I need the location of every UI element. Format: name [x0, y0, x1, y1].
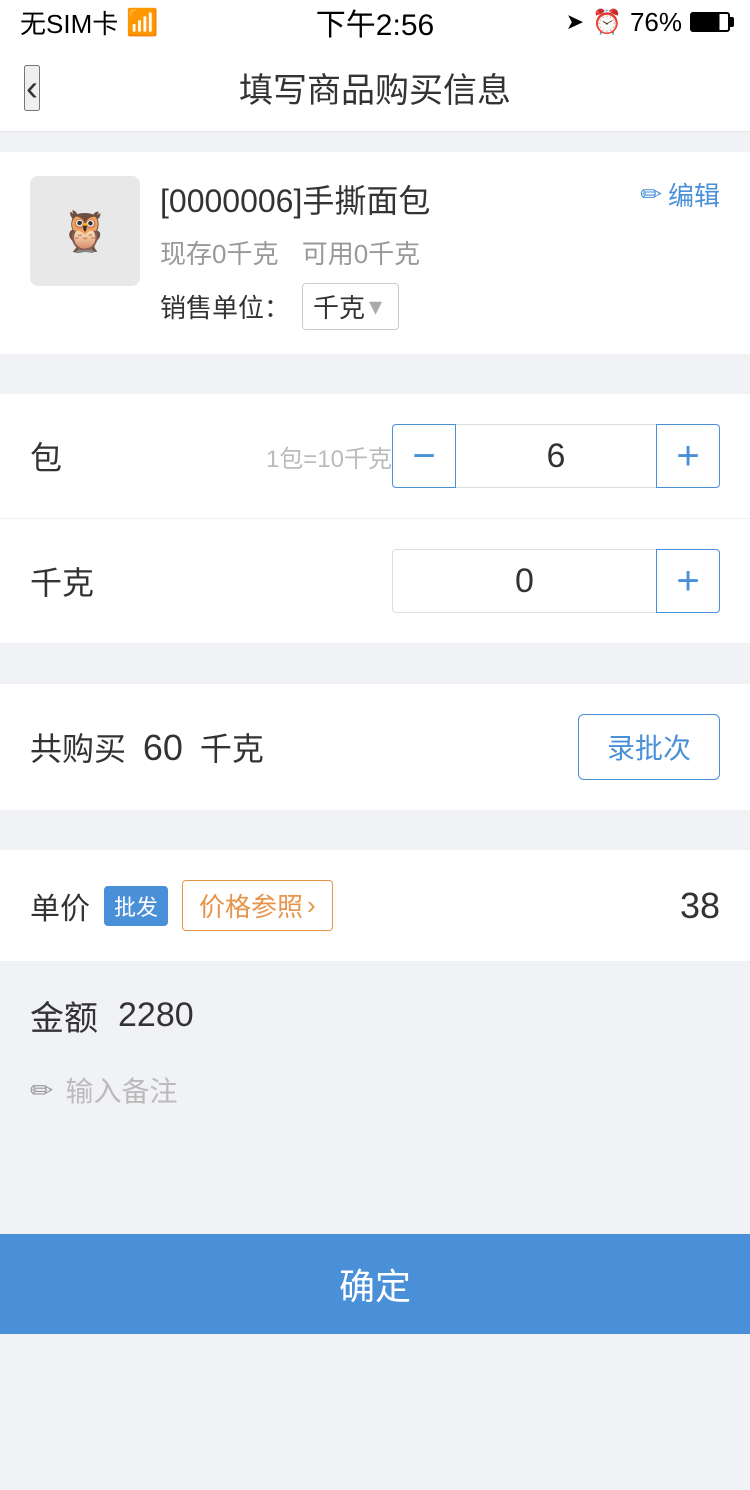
remark-placeholder: 输入备注: [65, 1070, 177, 1110]
price-section: 单价 批发 价格参照 › 38: [0, 850, 750, 961]
product-logo-icon: 🦉: [60, 208, 110, 255]
price-label: 单价: [30, 884, 90, 928]
dropdown-arrow-icon: ▾: [369, 291, 382, 322]
product-name: [0000006]手撕面包: [160, 176, 720, 222]
quantity-section: 包 1包=10千克 − + 千克 +: [0, 394, 750, 644]
total-unit: 千克: [200, 731, 264, 767]
alarm-icon: ⏰: [592, 8, 622, 37]
remark-row[interactable]: ✏ 输入备注: [30, 1060, 720, 1120]
stock-text: 现存0千克: [160, 239, 278, 269]
amount-row: 金额 2280: [30, 991, 720, 1040]
package-row: 包 1包=10千克 − +: [0, 394, 750, 519]
price-tag: 批发: [104, 886, 168, 926]
total-text: 共购买 60 千克: [30, 724, 264, 770]
unit-value: 千克: [313, 288, 365, 325]
unit-label: 销售单位：: [160, 288, 290, 325]
pencil-icon: ✏: [30, 1074, 53, 1107]
product-stock: 现存0千克 可用0千克: [160, 234, 720, 271]
package-input[interactable]: [456, 424, 656, 488]
product-info: [0000006]手撕面包 现存0千克 可用0千克 销售单位： 千克 ▾: [160, 176, 720, 330]
divider-2: [0, 644, 750, 664]
total-value: 60: [143, 727, 183, 768]
amount-label: 金额: [30, 991, 98, 1040]
status-right: ➤ ⏰ 76%: [566, 7, 730, 38]
unit-dropdown[interactable]: 千克 ▾: [302, 283, 399, 330]
total-label: 共购买: [30, 731, 126, 767]
back-button[interactable]: ‹: [24, 65, 40, 111]
battery-text: 76%: [630, 7, 682, 38]
edit-button[interactable]: ✏ 编辑: [640, 176, 720, 213]
price-ref-button[interactable]: 价格参照 ›: [182, 880, 333, 931]
carrier-text: 无SIM卡: [20, 4, 118, 41]
batch-button[interactable]: 录批次: [578, 714, 720, 780]
price-value: 38: [680, 885, 720, 927]
amount-value: 2280: [118, 996, 194, 1035]
price-ref-label: 价格参照: [199, 887, 303, 924]
total-row: 共购买 60 千克 录批次: [0, 684, 750, 810]
edit-label: 编辑: [668, 176, 720, 213]
package-label: 包: [30, 433, 256, 479]
status-left: 无SIM卡 📶: [20, 4, 159, 41]
battery-icon: [690, 12, 730, 32]
package-minus-button[interactable]: −: [392, 424, 456, 488]
kg-plus-button[interactable]: +: [656, 549, 720, 613]
product-unit-row: 销售单位： 千克 ▾: [160, 283, 720, 330]
package-control: − +: [392, 424, 720, 488]
divider-3: [0, 810, 750, 830]
nav-bar: ‹ 填写商品购买信息: [0, 44, 750, 132]
kg-row: 千克 +: [0, 519, 750, 644]
edit-icon: ✏: [640, 179, 662, 210]
confirm-button[interactable]: 确定: [0, 1234, 750, 1334]
status-bar: 无SIM卡 📶 下午2:56 ➤ ⏰ 76%: [0, 0, 750, 44]
price-row: 单价 批发 价格参照 › 38: [30, 880, 720, 931]
price-left: 单价 批发 价格参照 ›: [30, 880, 333, 931]
kg-label: 千克: [30, 558, 392, 604]
package-plus-button[interactable]: +: [656, 424, 720, 488]
nav-title: 填写商品购买信息: [239, 63, 511, 112]
wifi-icon: 📶: [126, 7, 158, 38]
amount-section: 金额 2280 ✏ 输入备注: [0, 961, 750, 1140]
available-text: 可用0千克: [302, 239, 420, 269]
divider-1: [0, 354, 750, 374]
product-card: 🦉 [0000006]手撕面包 现存0千克 可用0千克 销售单位： 千克 ▾ ✏…: [0, 152, 750, 354]
kg-control: +: [392, 549, 720, 613]
price-ref-arrow-icon: ›: [307, 890, 316, 921]
kg-input[interactable]: [392, 549, 656, 613]
location-icon: ➤: [566, 9, 584, 35]
status-time: 下午2:56: [316, 0, 434, 44]
package-hint: 1包=10千克: [266, 439, 392, 474]
product-thumbnail: 🦉: [30, 176, 140, 286]
